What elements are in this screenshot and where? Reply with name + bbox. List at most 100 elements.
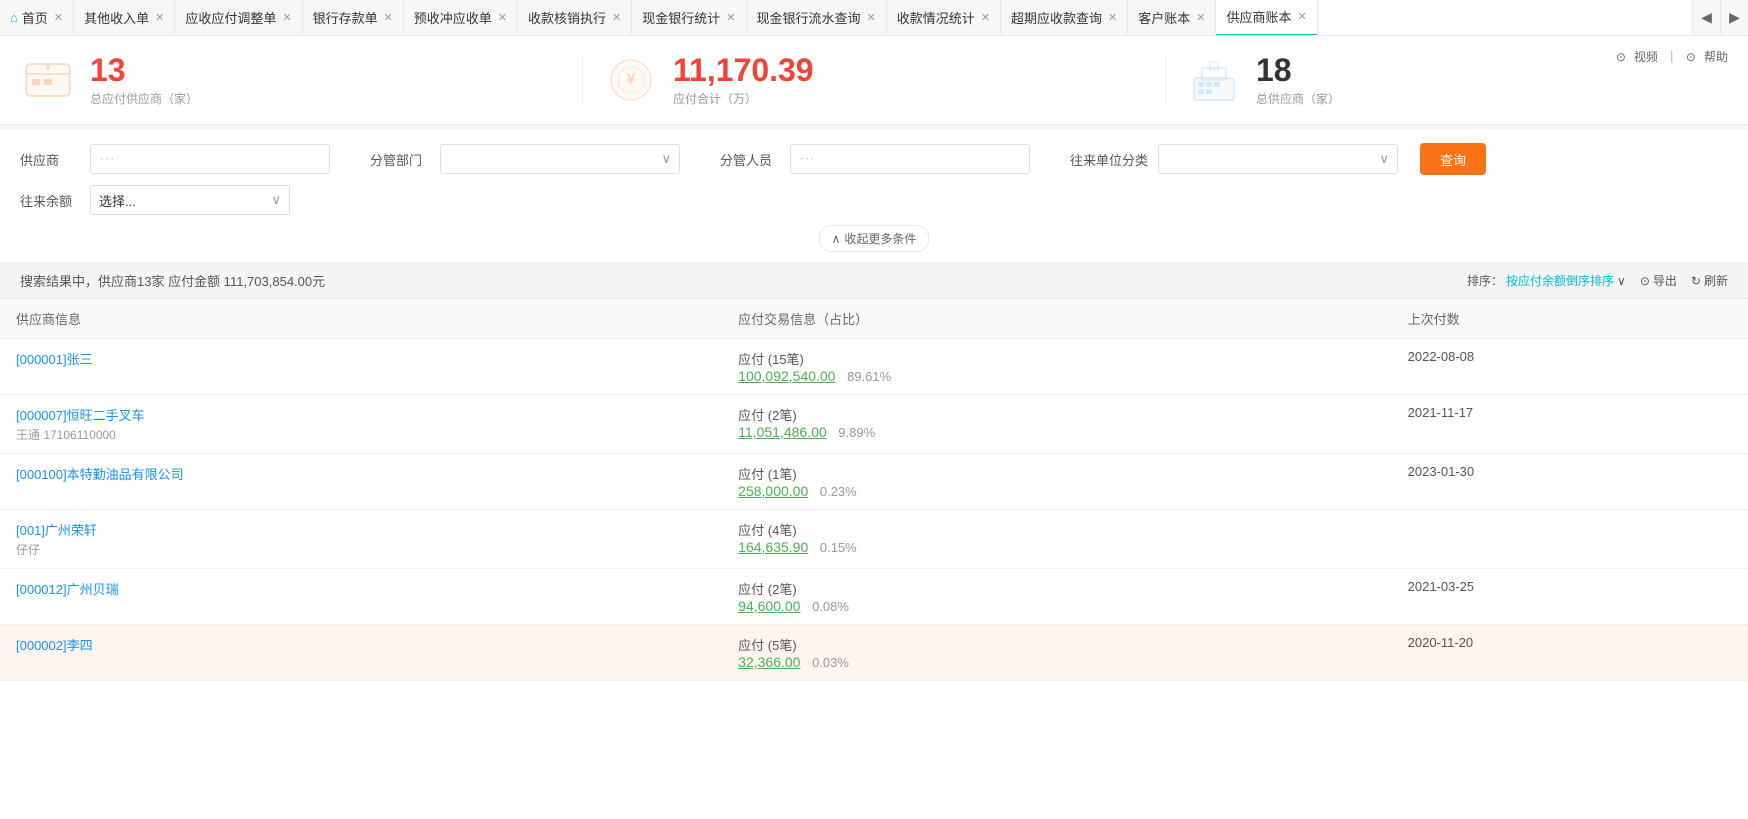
tab-collection-stat[interactable]: 收款情况统计 ✕ — [887, 0, 1001, 36]
tx-percent: 89.61% — [847, 369, 891, 384]
table-header-row: 供应商信息 应付交易信息（占比） 上次付数 — [0, 299, 1748, 339]
tx-label: 应付 (4笔) — [738, 523, 797, 538]
collapse-chevron-icon: ∧ — [832, 232, 841, 246]
close-collection-stat-icon[interactable]: ✕ — [981, 11, 990, 24]
video-icon: ⊙ — [1616, 50, 1626, 64]
divider-2 — [1165, 55, 1166, 105]
export-button[interactable]: ⊙ 导出 — [1640, 272, 1677, 289]
supplier-sub: 仔仔 — [16, 541, 706, 558]
tx-amount[interactable]: 258,000.00 — [738, 483, 808, 499]
supplier-info-cell: [000001]张三 — [0, 339, 722, 395]
supplier-info-cell: [000012]广州贝瑞 — [0, 569, 722, 625]
close-cash-flow-query-icon[interactable]: ✕ — [867, 11, 876, 24]
total-suppliers-number: 18 — [1256, 54, 1340, 86]
supplier-link[interactable]: [000012]广州贝瑞 — [16, 582, 119, 597]
summary-card-payable-suppliers: ¥ 13 总应付供应商（家） — [20, 52, 562, 108]
supplier-info-cell: [001]广州荣轩 仔仔 — [0, 510, 722, 569]
dept-dropdown-icon: ∨ — [661, 151, 671, 167]
tab-collection-exec-label: 收款核销执行 — [528, 8, 606, 27]
close-supplier-ledger-icon[interactable]: ✕ — [1297, 10, 1306, 23]
balance-select[interactable]: 选择... ∨ — [90, 185, 290, 215]
tab-customer-ledger[interactable]: 客户账本 ✕ — [1128, 0, 1216, 36]
home-icon: ⌂ — [10, 10, 18, 25]
divider-1 — [582, 55, 583, 105]
tx-info-cell: 应付 (2笔) 94,600.00 0.08% — [722, 569, 1391, 625]
tab-cash-flow-query[interactable]: 现金银行流水查询 ✕ — [747, 0, 887, 36]
video-link[interactable]: 视频 — [1634, 48, 1658, 65]
tab-cash-bank-stat-label: 现金银行统计 — [642, 8, 720, 27]
supplier-input[interactable]: ··· — [90, 144, 330, 174]
tab-advance-ar[interactable]: 预收冲应收单 ✕ — [404, 0, 518, 36]
tab-cash-bank-stat[interactable]: 现金银行统计 ✕ — [632, 0, 746, 36]
close-home-icon[interactable]: ✕ — [54, 11, 63, 24]
category-select[interactable]: ∨ — [1158, 144, 1398, 174]
summary-payable-total-text: 11,170.39 应付合计（万） — [673, 54, 814, 107]
help-link[interactable]: 帮助 — [1704, 48, 1728, 65]
payable-suppliers-number: 13 — [90, 54, 198, 86]
tx-amount[interactable]: 164,635.90 — [738, 539, 808, 555]
close-collection-exec-icon[interactable]: ✕ — [612, 11, 621, 24]
last-pay-date: 2021-03-25 — [1408, 579, 1475, 594]
last-pay-date: 2022-08-08 — [1408, 349, 1475, 364]
person-dots: ··· — [799, 150, 815, 168]
tx-amount[interactable]: 32,366.00 — [738, 654, 800, 670]
sort-value[interactable]: 按应付余额倒序排序 — [1506, 272, 1614, 289]
tab-other-income[interactable]: 其他收入单 ✕ — [74, 0, 175, 36]
total-suppliers-icon — [1186, 52, 1242, 108]
table-row: [000002]李四 应付 (5笔) 32,366.00 0.03% 2020-… — [0, 625, 1748, 681]
top-nav: ⌂ 首页 ✕ 其他收入单 ✕ 应收应付调整单 ✕ 银行存款单 ✕ 预收冲应收单 … — [0, 0, 1748, 36]
nav-right-button[interactable]: ▶ — [1720, 0, 1748, 36]
last-pay-date: 2023-01-30 — [1408, 464, 1475, 479]
filter-row-2: 往来余额 选择... ∨ — [20, 185, 1728, 215]
supplier-link[interactable]: [001]广州荣轩 — [16, 523, 97, 538]
tab-overdue-ar-query[interactable]: 超期应收款查询 ✕ — [1001, 0, 1128, 36]
tab-ar-ap-adjust[interactable]: 应收应付调整单 ✕ — [175, 0, 302, 36]
tab-bank-deposit-label: 银行存款单 — [313, 8, 378, 27]
result-summary-text: 搜索结果中，供应商13家 应付金额 111,703,854.00元 — [20, 271, 325, 290]
tx-amount[interactable]: 100,092,540.00 — [738, 368, 835, 384]
tab-bank-deposit[interactable]: 银行存款单 ✕ — [303, 0, 404, 36]
supplier-link[interactable]: [000001]张三 — [16, 352, 93, 367]
supplier-info-cell: [000100]本特勤油品有限公司 — [0, 454, 722, 510]
tx-info-cell: 应付 (5笔) 32,366.00 0.03% — [722, 625, 1391, 681]
close-overdue-ar-query-icon[interactable]: ✕ — [1108, 11, 1117, 24]
tab-home[interactable]: ⌂ 首页 ✕ — [0, 0, 74, 36]
dept-select[interactable]: ∨ — [440, 144, 680, 174]
result-bar: 搜索结果中，供应商13家 应付金额 111,703,854.00元 排序： 按应… — [0, 263, 1748, 299]
tx-amount[interactable]: 11,051,486.00 — [738, 424, 827, 440]
last-pay-cell: 2021-03-25 — [1392, 569, 1748, 625]
summary-card-payable-total: ¥ 11,170.39 应付合计（万） — [603, 52, 1145, 108]
tab-other-income-label: 其他收入单 — [84, 8, 149, 27]
tab-collection-exec[interactable]: 收款核销执行 ✕ — [518, 0, 632, 36]
supplier-info-cell: [000007]恒旺二手叉车 王通 17106110000 — [0, 395, 722, 454]
collapse-button[interactable]: ∧ 收起更多条件 — [819, 225, 930, 252]
tx-percent: 0.03% — [812, 655, 849, 670]
close-cash-bank-stat-icon[interactable]: ✕ — [726, 11, 735, 24]
supplier-link[interactable]: [000100]本特勤油品有限公司 — [16, 467, 184, 482]
tab-home-label: 首页 — [22, 8, 48, 27]
tx-percent: 0.15% — [820, 540, 857, 555]
tx-label: 应付 (2笔) — [738, 408, 797, 423]
query-button[interactable]: 查询 — [1420, 143, 1486, 175]
tab-supplier-ledger[interactable]: 供应商账本 ✕ — [1216, 0, 1317, 36]
close-advance-ar-icon[interactable]: ✕ — [498, 11, 507, 24]
person-input[interactable]: ··· — [790, 144, 1030, 174]
tx-label: 应付 (5笔) — [738, 638, 797, 653]
close-customer-ledger-icon[interactable]: ✕ — [1196, 11, 1205, 24]
close-ar-ap-adjust-icon[interactable]: ✕ — [282, 11, 291, 24]
balance-dropdown-icon: ∨ — [271, 192, 281, 208]
refresh-button[interactable]: ↻ 刷新 — [1691, 272, 1728, 289]
close-other-income-icon[interactable]: ✕ — [155, 11, 164, 24]
person-label: 分管人员 — [720, 150, 780, 169]
svg-text:¥: ¥ — [626, 71, 636, 88]
dept-filter-group: 分管部门 ∨ — [370, 144, 710, 174]
tx-info-cell: 应付 (4笔) 164,635.90 0.15% — [722, 510, 1391, 569]
supplier-sub: 王通 17106110000 — [16, 426, 706, 443]
tx-amount[interactable]: 94,600.00 — [738, 598, 800, 614]
supplier-link[interactable]: [000007]恒旺二手叉车 — [16, 408, 145, 423]
nav-left-button[interactable]: ◀ — [1692, 0, 1720, 36]
table-row: [001]广州荣轩 仔仔 应付 (4笔) 164,635.90 0.15% — [0, 510, 1748, 569]
close-bank-deposit-icon[interactable]: ✕ — [384, 11, 393, 24]
tx-label: 应付 (2笔) — [738, 582, 797, 597]
supplier-link[interactable]: [000002]李四 — [16, 638, 93, 653]
